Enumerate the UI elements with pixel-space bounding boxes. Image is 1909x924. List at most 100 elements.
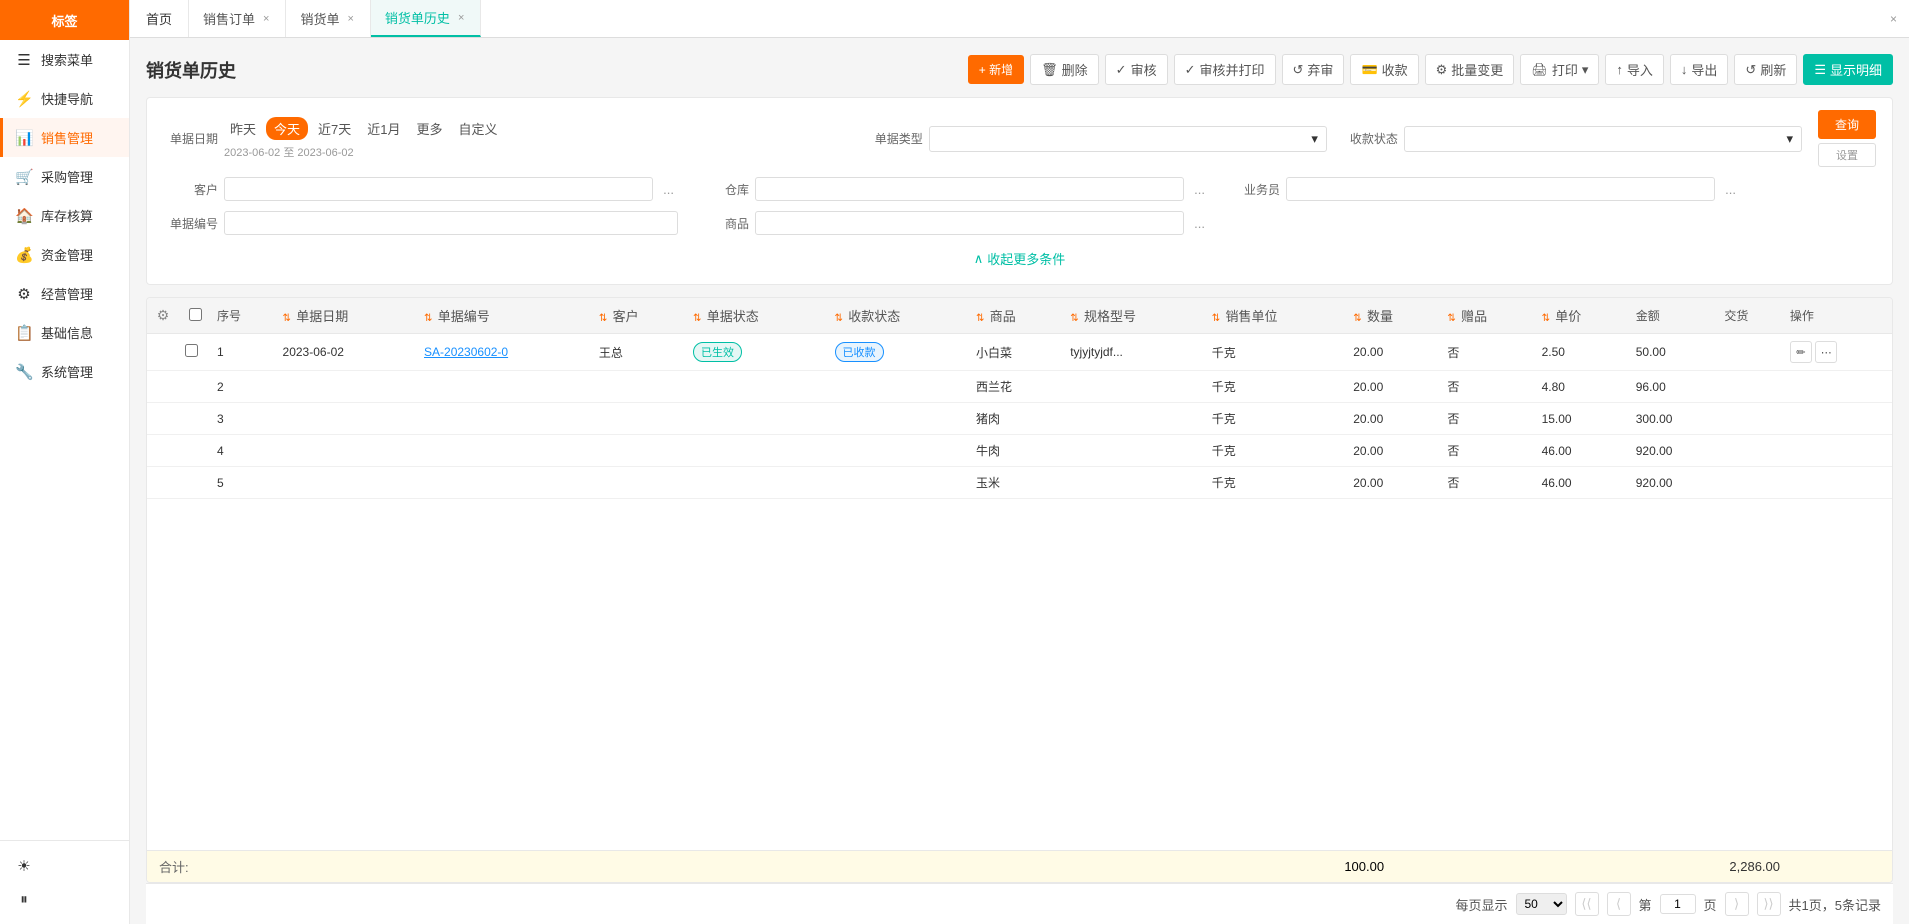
th-doc-status[interactable]: ⇅ 单据状态	[687, 298, 829, 334]
sidebar-item-search-menu[interactable]: ☰ 搜索菜单	[0, 40, 129, 79]
salesman-input[interactable]	[1286, 177, 1715, 201]
th-qty[interactable]: ⇅ 数量	[1347, 298, 1441, 334]
th-goods[interactable]: ⇅ 商品	[970, 298, 1064, 334]
tab-sales-goods-close[interactable]: ×	[345, 11, 355, 27]
basic-info-icon: 📋	[15, 324, 33, 342]
filter-date: 单据日期 昨天 今天 近7天 近1月 更多 自定义 2023-06-02 至 2…	[163, 117, 852, 160]
tab-sales-history-close[interactable]: ×	[456, 10, 466, 26]
refresh-button[interactable]: ↺ 刷新	[1734, 54, 1797, 85]
date-btn-today[interactable]: 今天	[266, 117, 308, 140]
sidebar-item-pause[interactable]: ⏸	[0, 883, 129, 916]
close-all-tabs-button[interactable]: ×	[1878, 12, 1909, 26]
delete-button[interactable]: 🗑 删除	[1030, 54, 1099, 85]
th-gift[interactable]: ⇅ 赠品	[1441, 298, 1535, 334]
page-next-button[interactable]: ⟩	[1725, 892, 1749, 916]
sidebar-item-label: 资金管理	[41, 245, 93, 264]
sidebar-item-sys-mgmt[interactable]: 🔧 系统管理	[0, 352, 129, 391]
sort-goods-icon: ⇅	[976, 313, 984, 324]
th-collect-status[interactable]: ⇅ 收款状态	[829, 298, 971, 334]
warehouse-ellipsis[interactable]: ...	[1190, 182, 1209, 197]
collect-status-select[interactable]: ▾	[1404, 126, 1802, 152]
date-btn-more[interactable]: 更多	[411, 117, 449, 140]
tab-home[interactable]: 首页	[130, 0, 189, 37]
cell-qty-3: 20.00	[1347, 435, 1441, 467]
sidebar-item-finance-mgmt[interactable]: 💰 资金管理	[0, 235, 129, 274]
cell-doc-no-4	[418, 467, 593, 499]
th-unit[interactable]: ⇅ 销售单位	[1206, 298, 1348, 334]
cell-no-4: 5	[211, 467, 277, 499]
date-btn-custom[interactable]: 自定义	[453, 117, 504, 140]
print-button[interactable]: 🖨 打印 ▾	[1520, 54, 1599, 85]
date-btn-7days[interactable]: 近7天	[312, 117, 357, 140]
th-spec[interactable]: ⇅ 规格型号	[1064, 298, 1206, 334]
page-prev-button[interactable]: ⟨	[1607, 892, 1631, 916]
doc-no-input[interactable]	[224, 211, 678, 235]
edit-action-button[interactable]: ✏	[1790, 341, 1812, 363]
finance-mgmt-icon: 💰	[15, 246, 33, 264]
row-checkbox[interactable]	[185, 344, 198, 357]
sidebar-item-quick-nav[interactable]: ⚡ 快捷导航	[0, 79, 129, 118]
page-first-button[interactable]: ⟨⟨	[1575, 892, 1599, 916]
export-button[interactable]: ↓ 导出	[1670, 54, 1729, 85]
doc-no-link[interactable]: SA-20230602-0	[424, 345, 508, 359]
cell-qty-4: 20.00	[1347, 467, 1441, 499]
sidebar-item-purchase-mgmt[interactable]: 🛒 采购管理	[0, 157, 129, 196]
cell-trade-0	[1718, 334, 1784, 371]
collect-button[interactable]: 💳 收款	[1350, 54, 1418, 85]
abandon-button[interactable]: ↺ 弃审	[1282, 54, 1345, 85]
per-page-select[interactable]: 50 100	[1516, 893, 1567, 915]
collapse-conditions-button[interactable]: ∧ 收起更多条件	[163, 245, 1876, 272]
cell-amount-1: 96.00	[1630, 371, 1719, 403]
goods-ellipsis[interactable]: ...	[1190, 216, 1209, 231]
warehouse-input[interactable]	[755, 177, 1184, 201]
cell-customer-0: 王总	[593, 334, 687, 371]
audit-button[interactable]: ✓ 审核	[1105, 54, 1168, 85]
cell-doc-status-2	[687, 403, 829, 435]
customer-ellipsis[interactable]: ...	[659, 182, 678, 197]
date-btn-1month[interactable]: 近1月	[361, 117, 406, 140]
sidebar-item-inventory[interactable]: 🏠 库存核算	[0, 196, 129, 235]
doc-type-dropdown-icon: ▾	[1311, 131, 1318, 147]
quick-nav-icon: ⚡	[15, 90, 33, 108]
page-number-input[interactable]	[1660, 894, 1696, 914]
cell-doc-no-0[interactable]: SA-20230602-0	[418, 334, 593, 371]
th-date[interactable]: ⇅ 单据日期	[277, 298, 419, 334]
cell-check-0	[179, 334, 211, 371]
cell-gear-1	[147, 371, 179, 403]
salesman-ellipsis[interactable]: ...	[1721, 182, 1740, 197]
tab-sales-history[interactable]: 销货单历史 ×	[371, 0, 481, 37]
sidebar-item-ops-mgmt[interactable]: ⚙ 经营管理	[0, 274, 129, 313]
tab-sales-goods[interactable]: 销货单 ×	[286, 0, 370, 37]
sidebar-item-basic-info[interactable]: 📋 基础信息	[0, 313, 129, 352]
cell-customer-4	[593, 467, 687, 499]
audit-print-button[interactable]: ✓ 审核并打印	[1174, 54, 1276, 85]
page-title: 销货单历史	[146, 57, 958, 83]
select-all-checkbox[interactable]	[189, 308, 202, 321]
page-last-button[interactable]: ⟩⟩	[1757, 892, 1781, 916]
th-price[interactable]: ⇅ 单价	[1536, 298, 1630, 334]
cell-action-0: ✏ ⋯	[1784, 334, 1892, 371]
sidebar-item-sales-mgmt[interactable]: 📊 销售管理	[0, 118, 129, 157]
goods-input[interactable]	[755, 211, 1184, 235]
import-button[interactable]: ↑ 导入	[1605, 54, 1664, 85]
th-customer[interactable]: ⇅ 客户	[593, 298, 687, 334]
more-action-button[interactable]: ⋯	[1815, 341, 1837, 363]
th-no: 序号	[211, 298, 277, 334]
column-settings-icon[interactable]: ⚙	[157, 307, 170, 323]
th-doc-no[interactable]: ⇅ 单据编号	[418, 298, 593, 334]
batch-change-button[interactable]: ⚙ 批量变更	[1425, 54, 1515, 85]
tab-sales-order[interactable]: 销售订单 ×	[189, 0, 286, 37]
doc-type-select[interactable]: ▾	[929, 126, 1327, 152]
date-btn-yesterday[interactable]: 昨天	[224, 117, 262, 140]
settings-button[interactable]: 设置	[1818, 143, 1876, 167]
collect-status-dropdown-icon: ▾	[1786, 131, 1793, 147]
tab-sales-order-close[interactable]: ×	[261, 11, 271, 27]
new-button[interactable]: + 新增	[968, 55, 1024, 84]
doc-type-label: 单据类型	[868, 130, 923, 147]
customer-input[interactable]	[224, 177, 653, 201]
th-trade: 交货	[1718, 298, 1784, 334]
query-button[interactable]: 查询	[1818, 110, 1876, 139]
show-details-button[interactable]: ☰ 显示明细	[1803, 54, 1893, 85]
sidebar-item-sun[interactable]: ☀	[0, 849, 129, 883]
audit-icon: ✓	[1116, 62, 1127, 78]
